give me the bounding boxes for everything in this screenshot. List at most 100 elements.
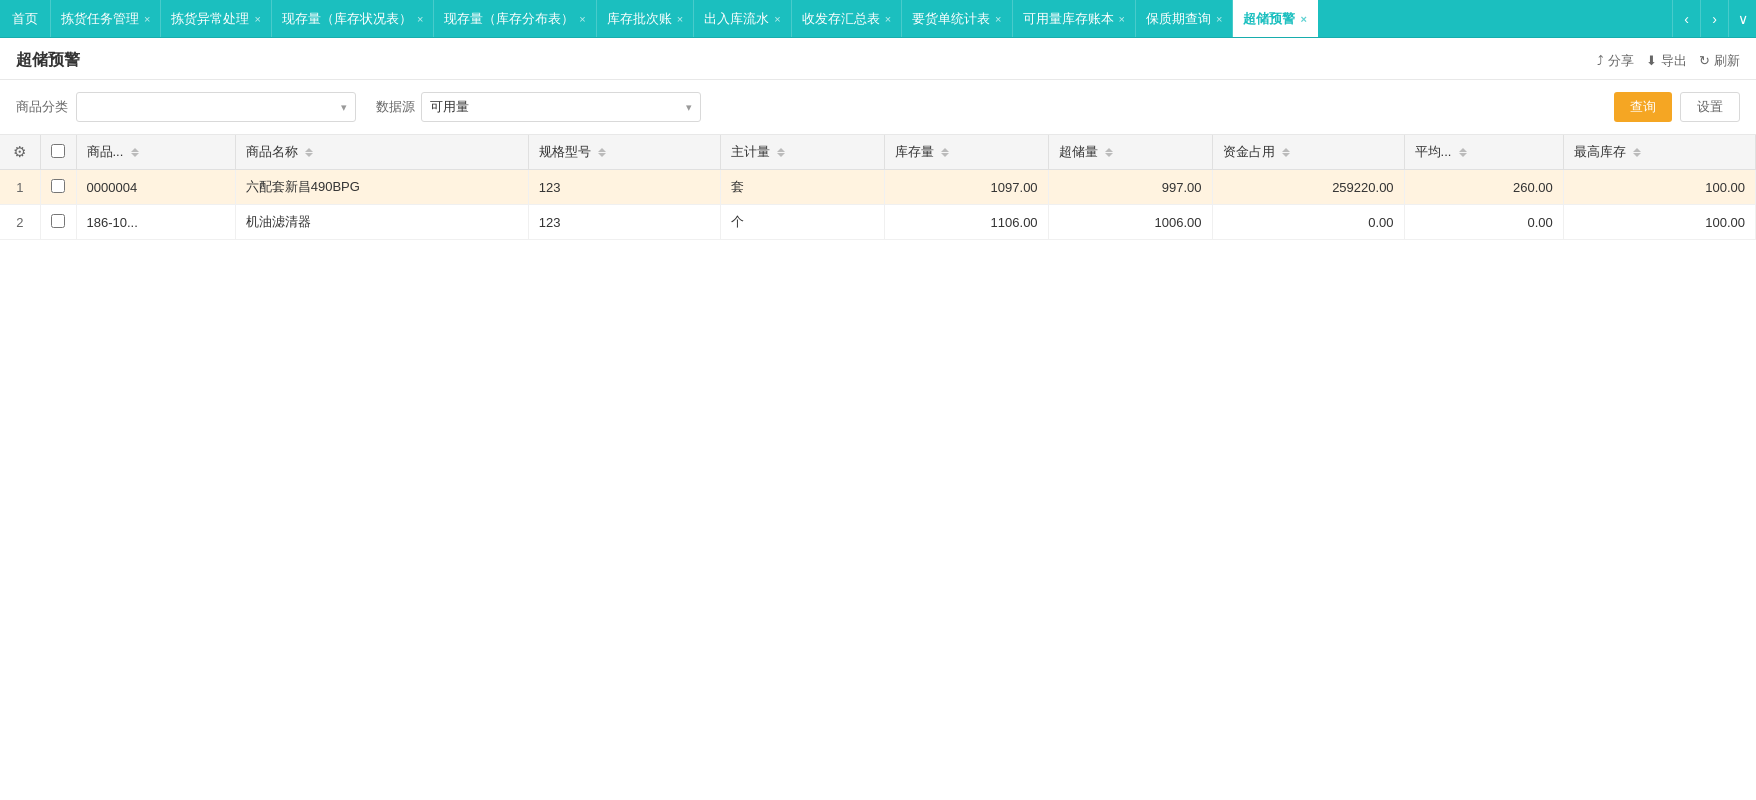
datasource-chevron-icon: ▾ — [686, 101, 692, 114]
gear-header-icon[interactable]: ⚙ — [13, 143, 26, 160]
category-filter-group: 商品分类 ▾ — [16, 92, 356, 122]
row-checkbox[interactable] — [51, 179, 65, 193]
cell-avg: 260.00 — [1404, 170, 1563, 205]
datasource-filter-group: 数据源 可用量 ▾ — [376, 92, 701, 122]
filter-actions: 查询 设置 — [1614, 92, 1740, 122]
col-stock: 库存量 — [884, 135, 1048, 170]
datasource-select[interactable]: 可用量 ▾ — [421, 92, 701, 122]
col-product-code: 商品... — [76, 135, 235, 170]
datasource-label: 数据源 — [376, 98, 415, 116]
datasource-value: 可用量 — [430, 98, 469, 116]
close-tab-9[interactable]: × — [1119, 13, 1125, 25]
col-unit: 主计量 — [720, 135, 884, 170]
filter-area: 商品分类 ▾ 数据源 可用量 ▾ 查询 设置 — [0, 80, 1756, 135]
nav-tab-5[interactable]: 库存批次账 × — [597, 0, 694, 38]
close-tab-6[interactable]: × — [774, 13, 780, 25]
query-button[interactable]: 查询 — [1614, 92, 1672, 122]
cell-stock: 1097.00 — [884, 170, 1048, 205]
row-checkbox[interactable] — [51, 214, 65, 228]
nav-tab-11[interactable]: 超储预警 × — [1233, 0, 1317, 38]
nav-arrows: ‹ › ∨ — [1672, 0, 1756, 38]
table-row: 1 0000004 六配套新昌490BPG 123 套 1097.00 997.… — [0, 170, 1756, 205]
cell-capital: 259220.00 — [1212, 170, 1404, 205]
table-header-row: ⚙ 商品... 商品名称 规格型号 — [0, 135, 1756, 170]
sort-unit-icon[interactable] — [777, 148, 785, 157]
close-tab-5[interactable]: × — [677, 13, 683, 25]
row-checkbox-cell — [40, 205, 76, 240]
close-tab-4[interactable]: × — [579, 13, 585, 25]
nav-tab-4[interactable]: 现存量（库存分布表） × — [434, 0, 596, 38]
data-table: ⚙ 商品... 商品名称 规格型号 — [0, 135, 1756, 240]
cell-unit: 个 — [720, 205, 884, 240]
share-button[interactable]: ⤴ 分享 — [1597, 52, 1634, 70]
sort-capital-icon[interactable] — [1282, 148, 1290, 157]
row-checkbox-cell — [40, 170, 76, 205]
cell-product-code: 0000004 — [76, 170, 235, 205]
cell-product-code: 186-10... — [76, 205, 235, 240]
header-actions: ⤴ 分享 ⬇ 导出 ↻ 刷新 — [1597, 52, 1740, 70]
nav-more-arrow[interactable]: ∨ — [1728, 0, 1756, 38]
nav-tab-8[interactable]: 要货单统计表 × — [902, 0, 1012, 38]
settings-button[interactable]: 设置 — [1680, 92, 1740, 122]
cell-unit: 套 — [720, 170, 884, 205]
col-max-stock: 最高库存 — [1563, 135, 1755, 170]
close-tab-7[interactable]: × — [885, 13, 891, 25]
top-navigation: 首页 拣货任务管理 × 拣货异常处理 × 现存量（库存状况表） × 现存量（库存… — [0, 0, 1756, 38]
nav-tab-7[interactable]: 收发存汇总表 × — [792, 0, 902, 38]
category-select[interactable]: ▾ — [76, 92, 356, 122]
sort-stock-icon[interactable] — [941, 148, 949, 157]
export-icon: ⬇ — [1646, 53, 1657, 68]
category-chevron-icon: ▾ — [341, 101, 347, 114]
category-label: 商品分类 — [16, 98, 68, 116]
page-header: 超储预警 ⤴ 分享 ⬇ 导出 ↻ 刷新 — [0, 38, 1756, 80]
nav-tab-2[interactable]: 拣货异常处理 × — [161, 0, 271, 38]
sort-product-name-icon[interactable] — [305, 148, 313, 157]
close-tab-8[interactable]: × — [995, 13, 1001, 25]
close-tab-11[interactable]: × — [1300, 13, 1306, 25]
nav-left-arrow[interactable]: ‹ — [1672, 0, 1700, 38]
select-all-checkbox[interactable] — [51, 144, 65, 158]
nav-home[interactable]: 首页 — [0, 0, 51, 38]
refresh-icon: ↻ — [1699, 53, 1710, 68]
row-num: 1 — [0, 170, 40, 205]
nav-tab-9[interactable]: 可用量库存账本 × — [1013, 0, 1136, 38]
table-container: ⚙ 商品... 商品名称 规格型号 — [0, 135, 1756, 240]
col-product-name: 商品名称 — [235, 135, 528, 170]
close-tab-1[interactable]: × — [144, 13, 150, 25]
col-capital: 资金占用 — [1212, 135, 1404, 170]
share-icon: ⤴ — [1597, 53, 1604, 68]
sort-avg-icon[interactable] — [1459, 148, 1467, 157]
col-overstock: 超储量 — [1048, 135, 1212, 170]
col-avg: 平均... — [1404, 135, 1563, 170]
table-body: 1 0000004 六配套新昌490BPG 123 套 1097.00 997.… — [0, 170, 1756, 240]
cell-max-stock: 100.00 — [1563, 170, 1755, 205]
col-checkbox — [40, 135, 76, 170]
cell-spec: 123 — [528, 170, 720, 205]
sort-product-code-icon[interactable] — [131, 148, 139, 157]
nav-tab-10[interactable]: 保质期查询 × — [1136, 0, 1233, 38]
cell-stock: 1106.00 — [884, 205, 1048, 240]
sort-spec-icon[interactable] — [598, 148, 606, 157]
close-tab-2[interactable]: × — [254, 13, 260, 25]
col-spec: 规格型号 — [528, 135, 720, 170]
sort-overstock-icon[interactable] — [1105, 148, 1113, 157]
nav-right-arrow[interactable]: › — [1700, 0, 1728, 38]
cell-max-stock: 100.00 — [1563, 205, 1755, 240]
close-tab-3[interactable]: × — [417, 13, 423, 25]
cell-avg: 0.00 — [1404, 205, 1563, 240]
nav-tab-3[interactable]: 现存量（库存状况表） × — [272, 0, 434, 38]
cell-product-name: 六配套新昌490BPG — [235, 170, 528, 205]
nav-tab-6[interactable]: 出入库流水 × — [694, 0, 791, 38]
cell-product-name: 机油滤清器 — [235, 205, 528, 240]
table-row: 2 186-10... 机油滤清器 123 个 1106.00 1006.00 … — [0, 205, 1756, 240]
cell-capital: 0.00 — [1212, 205, 1404, 240]
cell-overstock: 997.00 — [1048, 170, 1212, 205]
export-button[interactable]: ⬇ 导出 — [1646, 52, 1687, 70]
close-tab-10[interactable]: × — [1216, 13, 1222, 25]
sort-max-stock-icon[interactable] — [1633, 148, 1641, 157]
refresh-button[interactable]: ↻ 刷新 — [1699, 52, 1740, 70]
col-gear: ⚙ — [0, 135, 40, 170]
cell-overstock: 1006.00 — [1048, 205, 1212, 240]
page-title: 超储预警 — [16, 50, 80, 71]
nav-tab-1[interactable]: 拣货任务管理 × — [51, 0, 161, 38]
